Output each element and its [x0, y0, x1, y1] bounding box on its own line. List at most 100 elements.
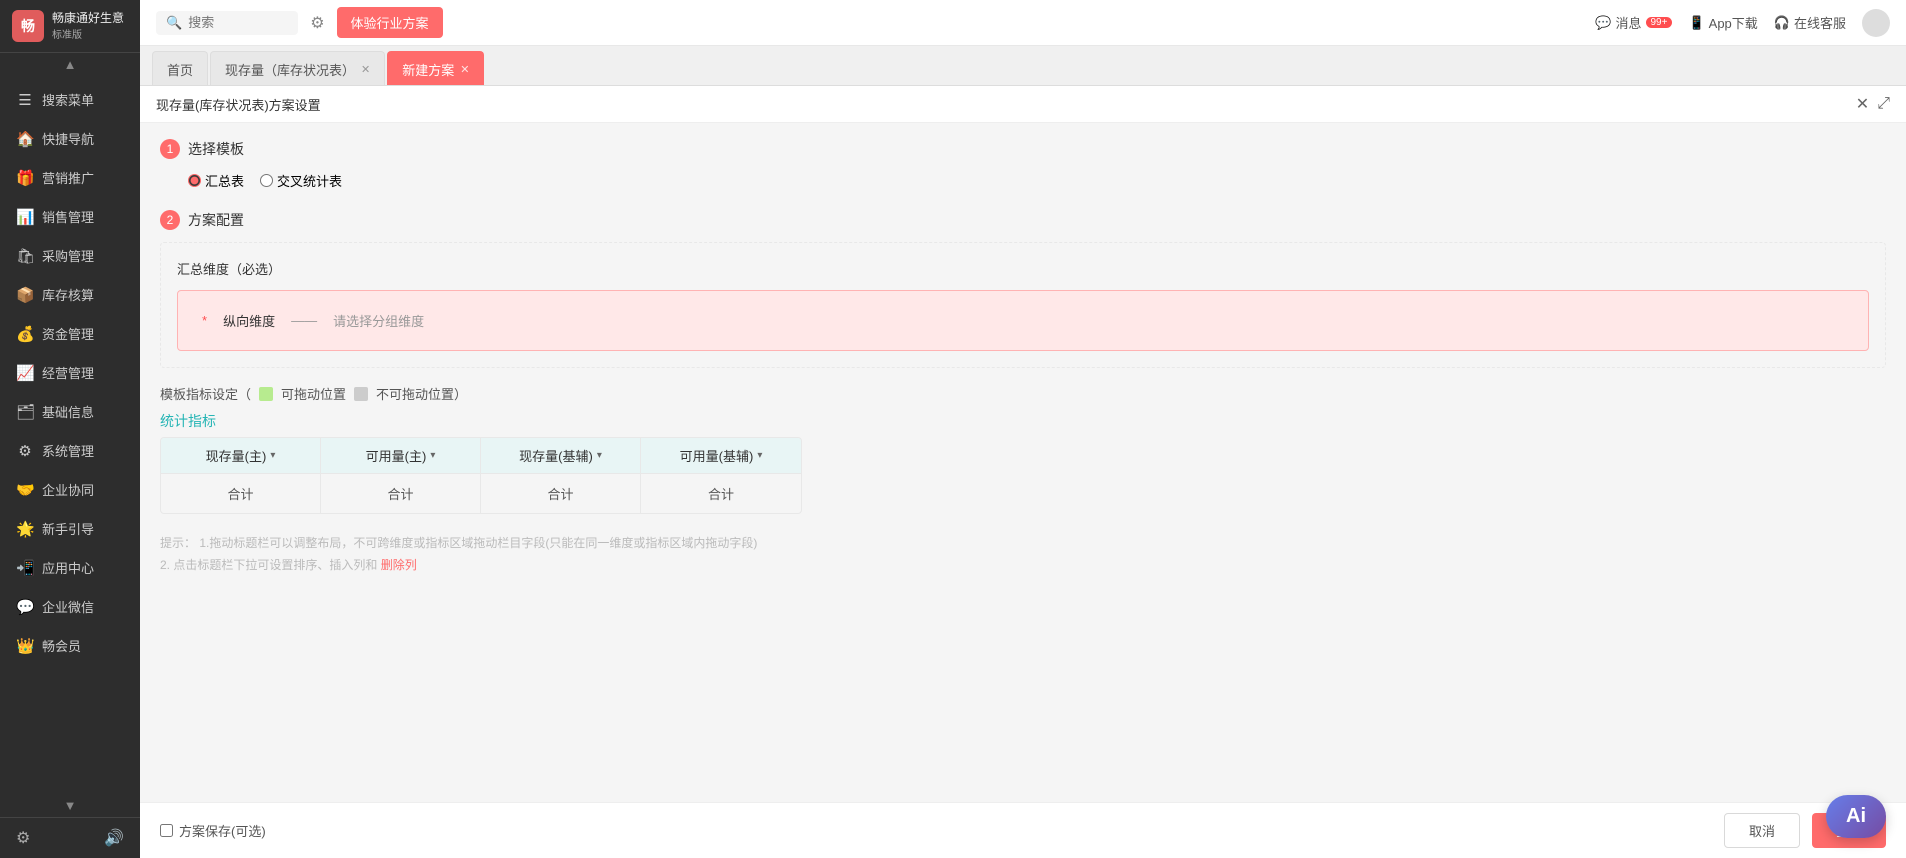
indicator-label: 模板指标设定（ 可拖动位置 不可拖动位置） — [160, 384, 1886, 403]
sidebar-item-purchase[interactable]: 🛍 采购管理 — [0, 236, 140, 275]
topbar: 🔍 ⚙ 体验行业方案 💬 消息 99+ 📱 App下载 🎧 在线客服 — [140, 0, 1906, 46]
sidebar-scroll-down[interactable]: ▼ — [0, 794, 140, 817]
sidebar-item-label: 资金管理 — [42, 324, 94, 343]
stats-col-3-header[interactable]: 现存量(基辅) ▾ — [481, 438, 640, 474]
dimension-placeholder: 请选择分组维度 — [333, 311, 424, 330]
sidebar-item-finance[interactable]: 💰 资金管理 — [0, 314, 140, 353]
tab-new-scheme-close-icon[interactable]: ✕ — [460, 63, 469, 76]
sidebar-item-search-menu[interactable]: ☰ 搜索菜单 — [0, 80, 140, 119]
step1-title: 选择模板 — [188, 139, 244, 159]
save-checkbox-area[interactable]: 方案保存(可选) — [160, 821, 266, 840]
stats-col-1-label: 现存量(主) — [206, 446, 267, 465]
sidebar-item-label: 快捷导航 — [42, 129, 94, 148]
sidebar-item-operations[interactable]: 📈 经营管理 — [0, 353, 140, 392]
stats-col-2: 可用量(主) ▾ — [321, 438, 481, 474]
dimension-config: 汇总维度（必选） * 纵向维度 —— 请选择分组维度 — [160, 242, 1886, 368]
stats-col-1-header[interactable]: 现存量(主) ▾ — [161, 438, 320, 474]
sidebar-item-member[interactable]: 👑 畅会员 — [0, 626, 140, 665]
sidebar-bottom: ⚙ 🔊 — [0, 817, 140, 858]
service-icon: 🎧 — [1774, 15, 1790, 31]
trial-button[interactable]: 体验行业方案 — [337, 7, 443, 38]
sidebar-logo: 畅 畅康通好生意 标准版 — [0, 0, 140, 53]
sound-icon[interactable]: 🔊 — [104, 828, 124, 848]
content-area: 现存量(库存状况表)方案设置 ✕ ⤢ 1 选择模板 汇总表 — [140, 86, 1906, 802]
sidebar-item-coop[interactable]: 🤝 企业协同 — [0, 470, 140, 509]
chevron-down-icon: ▾ — [597, 450, 602, 461]
panel-expand-button[interactable]: ⤢ — [1877, 94, 1890, 114]
tab-inventory-close-icon[interactable]: ✕ — [361, 63, 370, 76]
star-icon: 🌟 — [16, 520, 34, 538]
panel-header: 现存量(库存状况表)方案设置 ✕ ⤢ — [140, 86, 1906, 123]
app-name: 畅康通好生意 — [52, 11, 124, 27]
indicator-section: 模板指标设定（ 可拖动位置 不可拖动位置） 统计指标 现存量( — [160, 384, 1886, 576]
handshake-icon: 🤝 — [16, 481, 34, 499]
non-draggable-badge — [354, 387, 368, 401]
sidebar-item-quick-nav[interactable]: 🏠 快捷导航 — [0, 119, 140, 158]
search-input[interactable] — [188, 15, 288, 30]
sidebar-item-system[interactable]: ⚙ 系统管理 — [0, 431, 140, 470]
message-button[interactable]: 💬 消息 99+ — [1595, 13, 1672, 32]
tab-inventory-status[interactable]: 现存量（库存状况表） ✕ — [210, 51, 385, 85]
user-avatar[interactable] — [1862, 9, 1890, 37]
radio-summary[interactable]: 汇总表 — [188, 171, 244, 190]
save-checkbox-label: 方案保存(可选) — [179, 821, 266, 840]
step2-header: 2 方案配置 — [160, 210, 1886, 230]
message-badge: 99+ — [1646, 17, 1673, 28]
tip-line-2: 2. 点击标题栏下拉可设置排序、插入列和 删除列 — [160, 555, 1886, 577]
chevron-down-icon: ▾ — [430, 450, 435, 461]
stats-body-col-3: 合计 — [481, 474, 641, 513]
stats-body-col-4: 合计 — [641, 474, 801, 513]
stats-col-2-header[interactable]: 可用量(主) ▾ — [321, 438, 480, 474]
sidebar-item-label: 营销推广 — [42, 168, 94, 187]
radio-crosstab[interactable]: 交叉统计表 — [260, 171, 342, 190]
search-menu-icon: ☰ — [16, 91, 34, 109]
main-area: 🔍 ⚙ 体验行业方案 💬 消息 99+ 📱 App下载 🎧 在线客服 — [140, 0, 1906, 858]
cancel-button[interactable]: 取消 — [1724, 813, 1800, 848]
stats-body-col-2: 合计 — [321, 474, 481, 513]
app-download-label: App下载 — [1709, 13, 1758, 32]
settings-icon[interactable]: ⚙ — [16, 828, 30, 848]
sidebar-item-wechat[interactable]: 💬 企业微信 — [0, 587, 140, 626]
message-label: 消息 — [1615, 13, 1641, 32]
dimension-row[interactable]: * 纵向维度 —— 请选择分组维度 — [177, 290, 1869, 351]
step2-num: 2 — [160, 210, 180, 230]
tips-prefix: 提示： — [160, 536, 196, 550]
search-icon: 🔍 — [166, 15, 182, 31]
sidebar-item-label: 系统管理 — [42, 441, 94, 460]
sidebar-item-sales[interactable]: 📊 销售管理 — [0, 197, 140, 236]
stats-body-col-4-value: 合计 — [641, 474, 801, 513]
service-label: 在线客服 — [1794, 13, 1846, 32]
tab-new-scheme[interactable]: 新建方案 ✕ — [387, 51, 484, 85]
stats-col-3-label: 现存量(基辅) — [519, 446, 593, 465]
sidebar-item-marketing[interactable]: 🎁 营销推广 — [0, 158, 140, 197]
app-download-icon: 📱 — [1688, 15, 1704, 31]
gear-icon[interactable]: ⚙ — [310, 13, 324, 33]
sidebar-item-label: 采购管理 — [42, 246, 94, 265]
tab-home[interactable]: 首页 — [152, 51, 208, 85]
panel-close-button[interactable]: ✕ — [1856, 94, 1869, 114]
gear-icon: ⚙ — [16, 442, 34, 460]
sidebar-item-inventory[interactable]: 📦 库存核算 — [0, 275, 140, 314]
sidebar-item-guide[interactable]: 🌟 新手引导 — [0, 509, 140, 548]
dimension-label: 汇总维度（必选） — [177, 259, 1869, 278]
search-box[interactable]: 🔍 — [156, 11, 298, 35]
ai-badge[interactable]: Ai — [1826, 795, 1886, 838]
sidebar-item-appstore[interactable]: 📲 应用中心 — [0, 548, 140, 587]
non-draggable-label: 不可拖动位置） — [376, 384, 467, 403]
home-icon: 🏠 — [16, 130, 34, 148]
radio-crosstab-input[interactable] — [260, 174, 273, 187]
sidebar-item-basic[interactable]: 🗂 基础信息 — [0, 392, 140, 431]
radio-crosstab-label: 交叉统计表 — [277, 171, 342, 190]
stats-col-4-label: 可用量(基辅) — [680, 446, 754, 465]
stats-col-2-label: 可用量(主) — [366, 446, 427, 465]
app-download-button[interactable]: 📱 App下载 — [1688, 13, 1757, 32]
tip2-text: 2. 点击标题栏下拉可设置排序、插入列和 — [160, 558, 377, 572]
stats-body-col-1-value: 合计 — [161, 474, 320, 513]
sidebar-item-label: 销售管理 — [42, 207, 94, 226]
radio-summary-input[interactable] — [188, 174, 201, 187]
sidebar-scroll-up[interactable]: ▲ — [0, 53, 140, 76]
sidebar-item-label: 企业协同 — [42, 480, 94, 499]
stats-col-4-header[interactable]: 可用量(基辅) ▾ — [641, 438, 801, 474]
service-button[interactable]: 🎧 在线客服 — [1774, 13, 1846, 32]
save-checkbox[interactable] — [160, 824, 173, 837]
